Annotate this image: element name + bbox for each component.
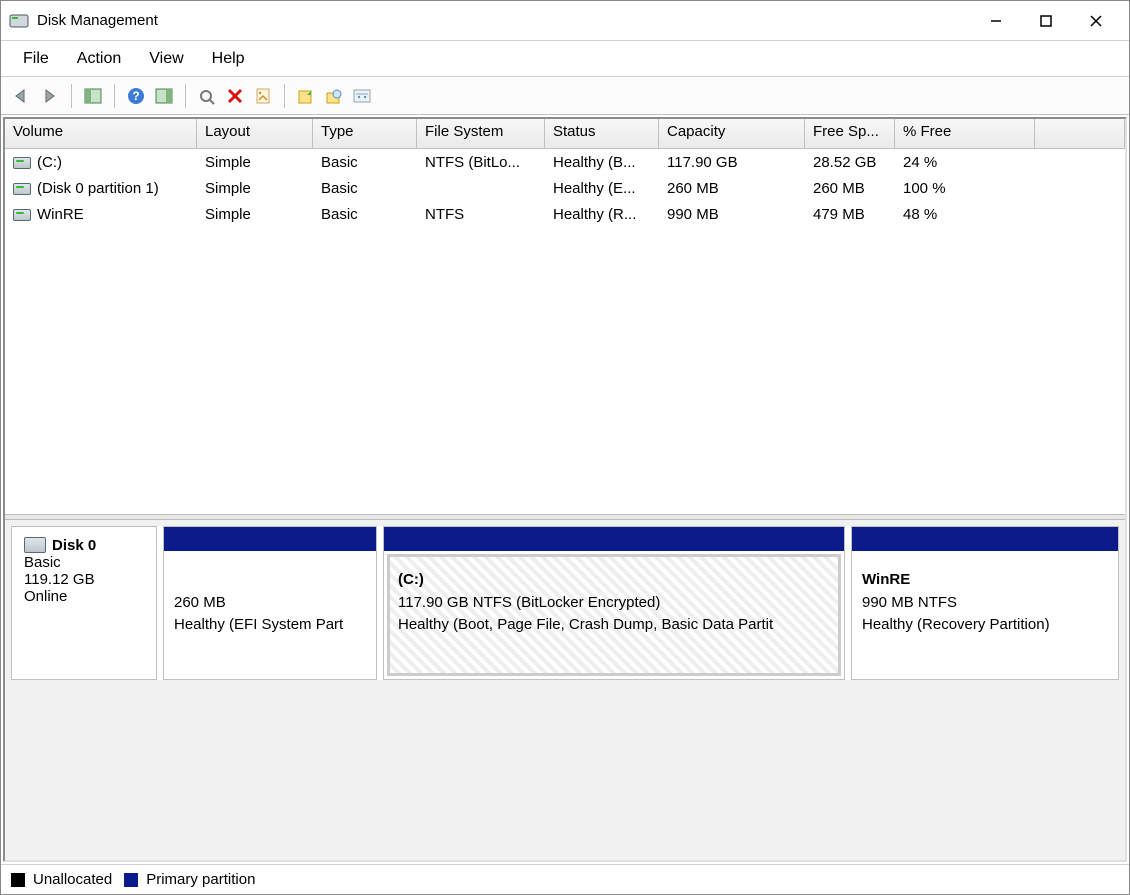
volume-row[interactable]: (C:) SimpleBasicNTFS (BitLo...Healthy (B.… <box>5 149 1125 175</box>
partition-block[interactable]: (C:) 117.90 GB NTFS (BitLocker Encrypted… <box>383 526 845 680</box>
menu-view[interactable]: View <box>135 46 197 72</box>
col-status[interactable]: Status <box>545 119 659 148</box>
disk-row: Disk 0 Basic 119.12 GB Online 260 MB Hea… <box>11 526 1119 680</box>
volume-percent-free: 48 % <box>895 205 1035 224</box>
minimize-button[interactable] <box>971 3 1021 39</box>
show-hide-action-pane-button[interactable] <box>151 83 177 109</box>
volume-free-space: 260 MB <box>805 179 895 198</box>
disk-icon <box>24 537 46 553</box>
volume-name: (C:) <box>37 154 62 171</box>
partition-title: WinRE <box>862 571 910 588</box>
partition-size: 260 MB <box>174 592 366 615</box>
menubar: File Action View Help <box>1 41 1129 77</box>
col-free-space[interactable]: Free Sp... <box>805 119 895 148</box>
volume-capacity: 990 MB <box>659 205 805 224</box>
volume-capacity: 260 MB <box>659 179 805 198</box>
volume-filesystem: NTFS <box>417 205 545 224</box>
app-icon <box>9 12 29 30</box>
volume-type: Basic <box>313 153 417 172</box>
show-hide-console-tree-button[interactable] <box>80 83 106 109</box>
volume-free-space: 28.52 GB <box>805 153 895 172</box>
window-title: Disk Management <box>37 12 158 29</box>
volume-layout: Simple <box>197 179 313 198</box>
disk-type: Basic <box>24 554 144 571</box>
back-button[interactable] <box>9 83 35 109</box>
volume-percent-free: 24 % <box>895 153 1035 172</box>
volume-name: (Disk 0 partition 1) <box>37 180 159 197</box>
forward-button[interactable] <box>37 83 63 109</box>
find-button[interactable] <box>321 83 347 109</box>
partition-colorbar <box>384 527 844 551</box>
content-area: Volume Layout Type File System Status Ca… <box>3 117 1127 862</box>
legend-swatch-primary <box>124 873 138 887</box>
disk-management-window: Disk Management File Action View Help ? <box>0 0 1130 895</box>
volume-icon <box>13 157 31 169</box>
partition-title: (C:) <box>398 571 424 588</box>
delete-button[interactable] <box>222 83 248 109</box>
toolbar: ? <box>1 77 1129 115</box>
col-type[interactable]: Type <box>313 119 417 148</box>
svg-text:?: ? <box>132 89 139 103</box>
properties-button[interactable] <box>250 83 276 109</box>
volume-free-space: 479 MB <box>805 205 895 224</box>
partition-status: Healthy (EFI System Part <box>174 614 366 637</box>
volume-list-header: Volume Layout Type File System Status Ca… <box>5 119 1125 149</box>
legend-bar: Unallocated Primary partition <box>1 864 1129 894</box>
volume-row[interactable]: WinRESimpleBasicNTFSHealthy (R...990 MB4… <box>5 201 1125 227</box>
partition-status: Healthy (Boot, Page File, Crash Dump, Ba… <box>398 614 830 637</box>
disk-info-panel[interactable]: Disk 0 Basic 119.12 GB Online <box>11 526 157 680</box>
disk-size: 119.12 GB <box>24 571 144 588</box>
refresh-button[interactable] <box>194 83 220 109</box>
close-button[interactable] <box>1071 3 1121 39</box>
partition-size: 117.90 GB NTFS (BitLocker Encrypted) <box>398 592 830 615</box>
volume-filesystem <box>417 187 545 189</box>
legend-label-unallocated: Unallocated <box>33 871 112 888</box>
col-layout[interactable]: Layout <box>197 119 313 148</box>
maximize-button[interactable] <box>1021 3 1071 39</box>
col-percent-free[interactable]: % Free <box>895 119 1035 148</box>
menu-action[interactable]: Action <box>63 46 135 72</box>
settings-button[interactable] <box>349 83 375 109</box>
volume-icon <box>13 209 31 221</box>
volume-row[interactable]: (Disk 0 partition 1) SimpleBasic Healthy (… <box>5 175 1125 201</box>
rescan-disks-button[interactable] <box>293 83 319 109</box>
help-button[interactable]: ? <box>123 83 149 109</box>
volume-status: Healthy (B... <box>545 153 659 172</box>
volume-type: Basic <box>313 179 417 198</box>
volume-status: Healthy (R... <box>545 205 659 224</box>
partition-status: Healthy (Recovery Partition) <box>862 614 1108 637</box>
col-volume[interactable]: Volume <box>5 119 197 148</box>
volume-list[interactable]: Volume Layout Type File System Status Ca… <box>5 119 1125 514</box>
volume-type: Basic <box>313 205 417 224</box>
volume-percent-free: 100 % <box>895 179 1035 198</box>
menu-help[interactable]: Help <box>198 46 259 72</box>
volume-status: Healthy (E... <box>545 179 659 198</box>
col-capacity[interactable]: Capacity <box>659 119 805 148</box>
volume-name: WinRE <box>37 206 84 223</box>
volume-filesystem: NTFS (BitLo... <box>417 153 545 172</box>
partition-colorbar <box>164 527 376 551</box>
partition-colorbar <box>852 527 1118 551</box>
graphical-view: Disk 0 Basic 119.12 GB Online 260 MB Hea… <box>5 520 1125 860</box>
disk-name: Disk 0 <box>52 537 96 554</box>
partition-size: 990 MB NTFS <box>862 592 1108 615</box>
partition-block[interactable]: WinRE 990 MB NTFS Healthy (Recovery Part… <box>851 526 1119 680</box>
volume-layout: Simple <box>197 205 313 224</box>
volume-icon <box>13 183 31 195</box>
partition-block[interactable]: 260 MB Healthy (EFI System Part <box>163 526 377 680</box>
titlebar: Disk Management <box>1 1 1129 41</box>
col-filesystem[interactable]: File System <box>417 119 545 148</box>
disk-status: Online <box>24 588 144 605</box>
volume-capacity: 117.90 GB <box>659 153 805 172</box>
menu-file[interactable]: File <box>9 46 63 72</box>
volume-layout: Simple <box>197 153 313 172</box>
col-extra[interactable] <box>1035 119 1125 148</box>
legend-swatch-unallocated <box>11 873 25 887</box>
legend-label-primary: Primary partition <box>146 871 255 888</box>
